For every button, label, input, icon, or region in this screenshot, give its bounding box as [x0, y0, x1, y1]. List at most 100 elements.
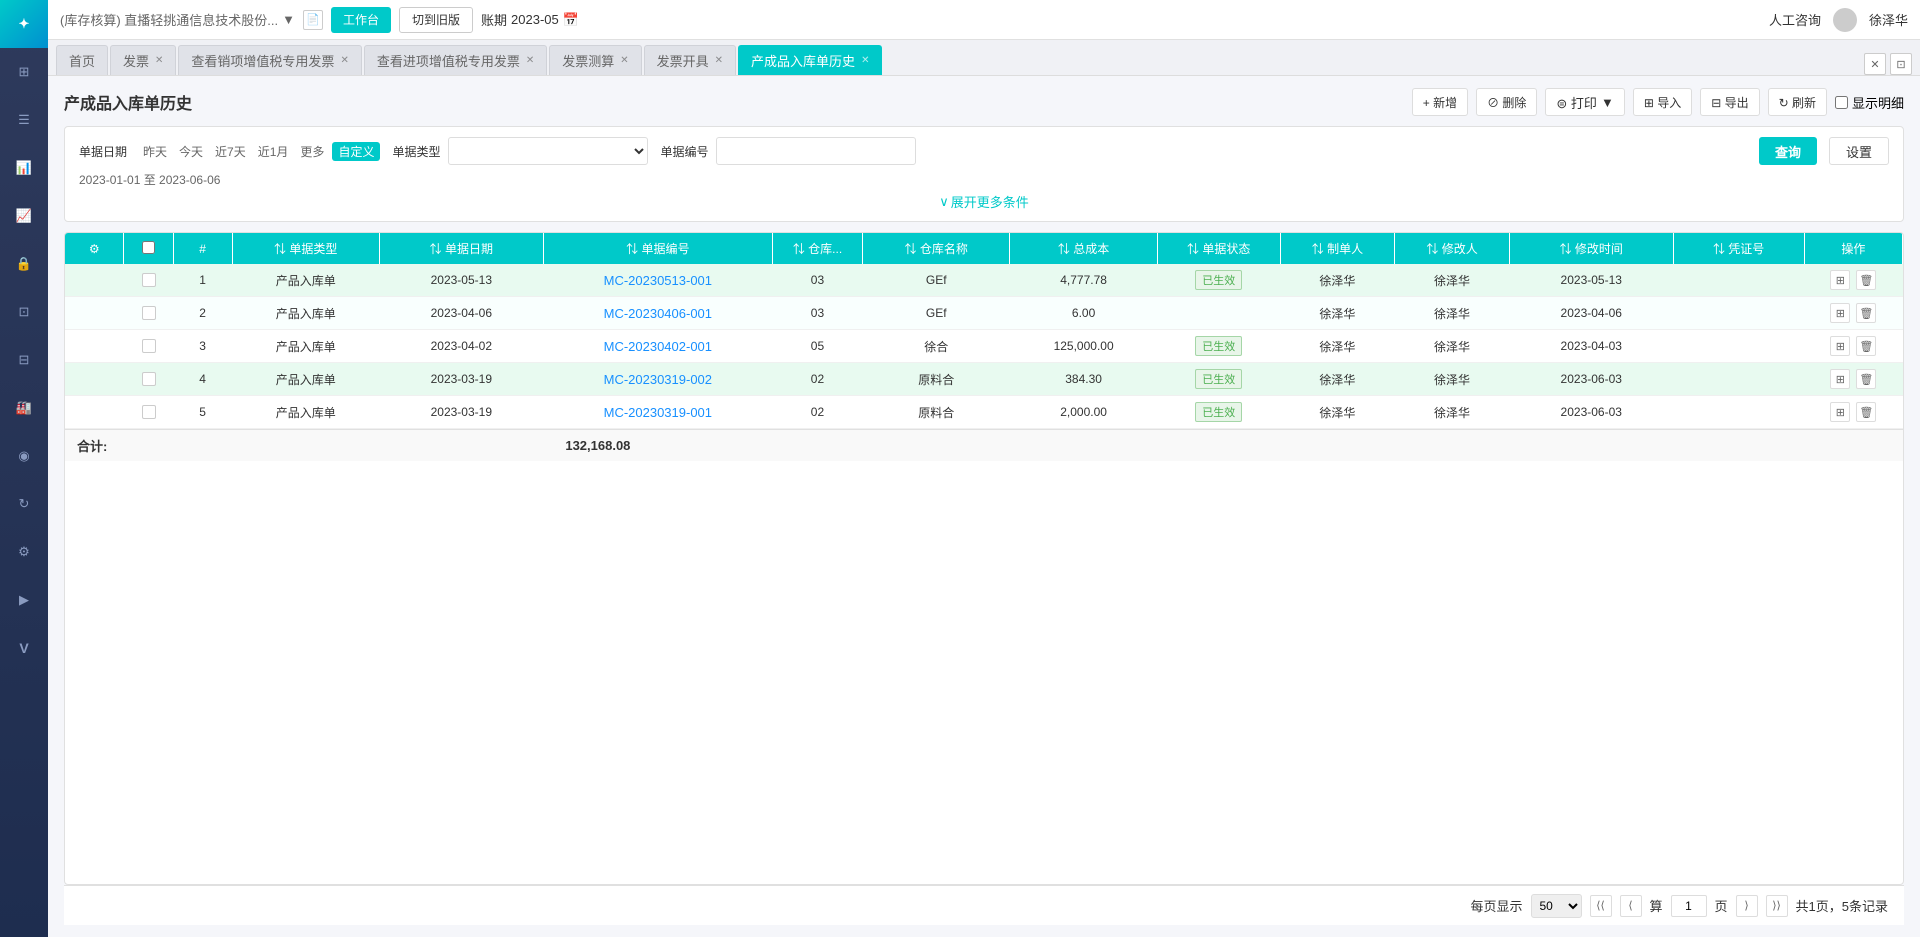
- row-edit-button[interactable]: ⊞: [1830, 270, 1850, 290]
- sidebar-item-chart[interactable]: 📊: [0, 144, 48, 192]
- th-modifier[interactable]: ⇅ 修改人: [1395, 233, 1510, 264]
- th-type[interactable]: ⇅ 单据类型: [232, 233, 379, 264]
- tab-product-history-close[interactable]: ✕: [861, 55, 869, 66]
- tab-invoice[interactable]: 发票 ✕: [110, 45, 176, 75]
- tab-estimate[interactable]: 发票测算 ✕: [549, 45, 641, 75]
- row-delete-button[interactable]: 🗑: [1856, 369, 1876, 389]
- tab-estimate-close[interactable]: ✕: [620, 55, 628, 66]
- sidebar-item-stamp[interactable]: ◉: [0, 432, 48, 480]
- row-delete-button[interactable]: 🗑: [1856, 402, 1876, 422]
- next-page-button[interactable]: ⟩: [1736, 895, 1758, 917]
- sidebar-item-scan[interactable]: ⊡: [0, 288, 48, 336]
- code-input[interactable]: [716, 137, 916, 165]
- sidebar-item-version[interactable]: V: [0, 624, 48, 672]
- row-code-link[interactable]: MC-20230319-001: [604, 405, 712, 420]
- delete-button[interactable]: ⊘ 删除: [1476, 88, 1537, 116]
- today-btn[interactable]: 今天: [175, 142, 207, 161]
- week7-btn[interactable]: 近7天: [211, 142, 250, 161]
- sidebar-item-warehouse[interactable]: 🏭: [0, 384, 48, 432]
- th-creator[interactable]: ⇅ 制单人: [1280, 233, 1395, 264]
- month1-btn[interactable]: 近1月: [254, 142, 293, 161]
- sidebar-item-play[interactable]: ▶: [0, 576, 48, 624]
- tab-sales-invoice-close[interactable]: ✕: [340, 55, 348, 66]
- print-button[interactable]: ⊜ 打印 ▼: [1545, 88, 1624, 116]
- th-date[interactable]: ⇅ 单据日期: [379, 233, 543, 264]
- sidebar-item-settings[interactable]: ⚙: [0, 528, 48, 576]
- row-delete-button[interactable]: 🗑: [1856, 303, 1876, 323]
- tab-issue-close[interactable]: ✕: [715, 55, 723, 66]
- row-checkbox[interactable]: [142, 405, 156, 419]
- row-code-link[interactable]: MC-20230319-002: [604, 372, 712, 387]
- row-code[interactable]: MC-20230319-001: [543, 396, 772, 429]
- tab-invoice-close[interactable]: ✕: [155, 55, 163, 66]
- tab-issue[interactable]: 发票开具 ✕: [644, 45, 736, 75]
- setting-button[interactable]: 设置: [1829, 137, 1889, 165]
- th-warehouse-name[interactable]: ⇅ 仓库名称: [863, 233, 1010, 264]
- row-checkbox[interactable]: [142, 339, 156, 353]
- row-code[interactable]: MC-20230319-002: [543, 363, 772, 396]
- import-button[interactable]: ⊞ 导入: [1633, 88, 1692, 116]
- row-edit-button[interactable]: ⊞: [1830, 303, 1850, 323]
- row-checkbox-cell[interactable]: [124, 330, 173, 363]
- row-edit-button[interactable]: ⊞: [1830, 402, 1850, 422]
- th-settings[interactable]: ⚙: [65, 233, 124, 264]
- custom-btn[interactable]: 自定义: [332, 142, 380, 161]
- row-checkbox[interactable]: [142, 273, 156, 287]
- row-code[interactable]: MC-20230402-001: [543, 330, 772, 363]
- switch-version-button[interactable]: 切到旧版: [399, 7, 473, 33]
- sidebar-item-grid[interactable]: ⊟: [0, 336, 48, 384]
- th-code[interactable]: ⇅ 单据编号: [543, 233, 772, 264]
- sidebar-item-home[interactable]: ⊞: [0, 48, 48, 96]
- yesterday-btn[interactable]: 昨天: [139, 142, 171, 161]
- row-delete-button[interactable]: 🗑: [1856, 336, 1876, 356]
- query-button[interactable]: 查询: [1759, 137, 1817, 165]
- row-code[interactable]: MC-20230406-001: [543, 297, 772, 330]
- row-edit-button[interactable]: ⊞: [1830, 336, 1850, 356]
- help-button[interactable]: 人工咨询: [1769, 10, 1821, 29]
- th-voucher[interactable]: ⇅ 凭证号: [1673, 233, 1804, 264]
- expand-more-btn[interactable]: ∨ 展开更多条件: [939, 192, 1029, 211]
- show-detail-input[interactable]: [1835, 96, 1848, 109]
- row-edit-button[interactable]: ⊞: [1830, 369, 1850, 389]
- row-code-link[interactable]: MC-20230406-001: [604, 306, 712, 321]
- th-status[interactable]: ⇅ 单据状态: [1157, 233, 1280, 264]
- tab-expand-button[interactable]: ⊡: [1890, 53, 1912, 75]
- calendar-icon[interactable]: 📅: [563, 12, 579, 28]
- tab-sales-invoice[interactable]: 查看销项增值税专用发票 ✕: [178, 45, 361, 75]
- sidebar-item-refresh[interactable]: ↻: [0, 480, 48, 528]
- row-delete-button[interactable]: 🗑: [1856, 270, 1876, 290]
- row-code[interactable]: MC-20230513-001: [543, 264, 772, 297]
- per-page-select[interactable]: 50 20 100: [1531, 894, 1582, 918]
- sidebar-item-analytics[interactable]: 📈: [0, 192, 48, 240]
- tab-product-history[interactable]: 产成品入库单历史 ✕: [738, 45, 882, 75]
- prev-page-button[interactable]: ⟨: [1620, 895, 1642, 917]
- more-btn[interactable]: 更多: [296, 142, 328, 161]
- show-detail-checkbox[interactable]: 显示明细: [1835, 93, 1904, 112]
- row-checkbox-cell[interactable]: [124, 264, 173, 297]
- th-warehouse-code[interactable]: ⇅ 仓库...: [772, 233, 862, 264]
- tab-home[interactable]: 首页: [56, 45, 108, 75]
- row-checkbox[interactable]: [142, 306, 156, 320]
- refresh-button[interactable]: ↻ 刷新: [1768, 88, 1827, 116]
- th-modtime[interactable]: ⇅ 修改时间: [1509, 233, 1673, 264]
- row-checkbox-cell[interactable]: [124, 297, 173, 330]
- company-selector[interactable]: (库存核算) 直播轻挑通信息技术股份... ▼: [60, 10, 295, 29]
- th-cost[interactable]: ⇅ 总成本: [1010, 233, 1157, 264]
- th-checkbox[interactable]: [124, 233, 173, 264]
- first-page-button[interactable]: ⟨⟨: [1590, 895, 1612, 917]
- sidebar-item-lock[interactable]: 🔒: [0, 240, 48, 288]
- row-checkbox-cell[interactable]: [124, 363, 173, 396]
- row-code-link[interactable]: MC-20230513-001: [604, 273, 712, 288]
- type-select[interactable]: [448, 137, 648, 165]
- tab-purchase-invoice[interactable]: 查看进项增值税专用发票 ✕: [364, 45, 547, 75]
- new-button[interactable]: + 新增: [1412, 88, 1468, 116]
- row-checkbox-cell[interactable]: [124, 396, 173, 429]
- tab-close-all-button[interactable]: ✕: [1864, 53, 1886, 75]
- select-all-checkbox[interactable]: [142, 241, 155, 254]
- row-code-link[interactable]: MC-20230402-001: [604, 339, 712, 354]
- worktable-button[interactable]: 工作台: [331, 7, 391, 33]
- sidebar-item-document[interactable]: ☰: [0, 96, 48, 144]
- export-button[interactable]: ⊟ 导出: [1700, 88, 1759, 116]
- tab-purchase-invoice-close[interactable]: ✕: [526, 55, 534, 66]
- last-page-button[interactable]: ⟩⟩: [1766, 895, 1788, 917]
